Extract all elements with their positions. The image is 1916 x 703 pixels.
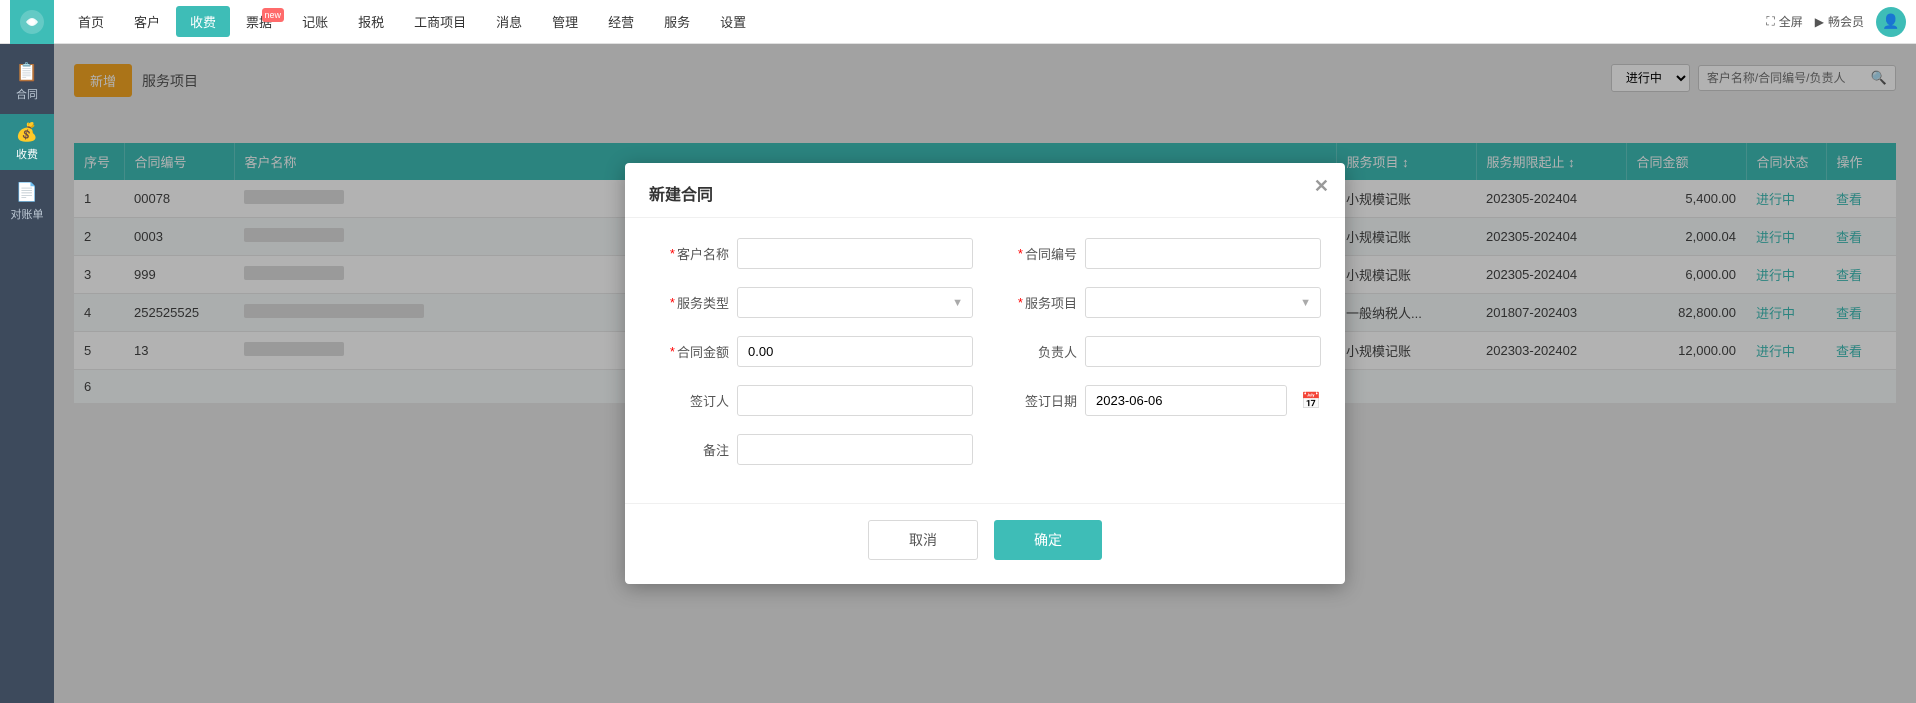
service-item-select[interactable] [1085,287,1321,318]
form-group-signer: 签订人 [649,385,973,416]
form-row-3: *合同金额 0.00 负责人 [649,336,1321,367]
service-type-select[interactable] [737,287,973,318]
sidebar-item-statement-label: 对账单 [11,206,44,222]
confirm-button[interactable]: 确定 [994,520,1102,560]
sidebar: 📋 合同 💰 收费 📄 对账单 [0,44,54,703]
member-icon: ▶ [1815,15,1824,29]
service-type-label: *服务类型 [649,293,729,312]
form-group-person-charge: 负责人 [997,336,1321,367]
cancel-button[interactable]: 取消 [868,520,978,560]
nav-home[interactable]: 首页 [64,6,118,37]
top-nav-right: ⛶ 全屏 ▶ 畅会员 👤 [1766,7,1906,37]
nav-customer[interactable]: 客户 [120,6,174,37]
nav-invoice[interactable]: 收费 [176,6,230,37]
form-group-amount: *合同金额 0.00 [649,336,973,367]
modal-header: 新建合同 ✕ [625,163,1345,218]
main-layout: 📋 合同 💰 收费 📄 对账单 新增 服务项目 进行中 已完成 已取消 [0,44,1916,703]
person-charge-input[interactable] [1085,336,1321,367]
amount-label: *合同金额 [649,342,729,361]
remark-input[interactable] [737,434,973,465]
amount-input[interactable]: 0.00 [737,336,973,367]
modal-footer: 取消 确定 [625,503,1345,584]
nav-bookkeep[interactable]: 记账 [288,6,342,37]
sidebar-item-contract[interactable]: 📋 合同 [0,54,54,110]
nav-items: 首页 客户 收费 票据 new 记账 报税 工商项目 消息 管理 经营 服务 设… [64,6,1766,37]
calendar-icon[interactable]: 📅 [1301,391,1321,411]
service-item-label: *服务项目 [997,293,1077,312]
form-group-remark-spacer [997,434,1321,465]
fee-icon: 💰 [16,122,38,143]
contract-no-input[interactable] [1085,238,1321,269]
fullscreen-button[interactable]: ⛶ 全屏 [1766,13,1802,30]
form-group-sign-date: 签订日期 2023-06-06 📅 [997,385,1321,416]
avatar-icon: 👤 [1882,13,1899,30]
nav-operate[interactable]: 经营 [594,6,648,37]
sign-date-label: 签订日期 [997,391,1077,410]
new-badge: new [262,8,285,22]
contract-no-label: *合同编号 [997,244,1077,263]
form-group-contract-no: *合同编号 [997,238,1321,269]
form-row-1: *客户名称 *合同编号 [649,238,1321,269]
modal-overlay: 新建合同 ✕ *客户名称 [54,44,1916,703]
sidebar-item-fee[interactable]: 💰 收费 [0,114,54,170]
member-label: 畅会员 [1828,13,1864,30]
sidebar-item-statement[interactable]: 📄 对账单 [0,174,54,230]
nav-settings[interactable]: 设置 [706,6,760,37]
fullscreen-label: 全屏 [1779,13,1803,30]
fullscreen-icon: ⛶ [1766,14,1774,29]
avatar[interactable]: 👤 [1876,7,1906,37]
top-nav: 首页 客户 收费 票据 new 记账 报税 工商项目 消息 管理 经营 服务 设… [0,0,1916,44]
form-row-5: 备注 [649,434,1321,465]
contract-icon: 📋 [16,62,38,83]
form-row-2: *服务类型 ▼ *服务项目 [649,287,1321,318]
customer-name-label: *客户名称 [649,244,729,263]
remark-label: 备注 [649,440,729,459]
sign-date-input[interactable]: 2023-06-06 [1085,385,1287,416]
nav-service[interactable]: 服务 [650,6,704,37]
modal-title: 新建合同 [649,187,713,204]
statement-icon: 📄 [16,182,38,203]
modal-body: *客户名称 *合同编号 [625,218,1345,503]
form-group-service-type: *服务类型 ▼ [649,287,973,318]
content-area: 新增 服务项目 进行中 已完成 已取消 🔍 序号 合同编号 [54,44,1916,703]
nav-tax[interactable]: 报税 [344,6,398,37]
form-group-customer-name: *客户名称 [649,238,973,269]
nav-biz[interactable]: 工商项目 [400,6,480,37]
member-button[interactable]: ▶ 畅会员 [1815,13,1864,30]
form-row-4: 签订人 签订日期 2023-06-06 📅 [649,385,1321,416]
modal-close-button[interactable]: ✕ [1314,177,1329,195]
form-group-service-item: *服务项目 ▼ [997,287,1321,318]
logo [10,0,54,44]
form-group-remark: 备注 [649,434,973,465]
signer-label: 签订人 [649,391,729,410]
sidebar-item-contract-label: 合同 [16,86,38,102]
new-contract-modal: 新建合同 ✕ *客户名称 [625,163,1345,584]
sidebar-item-fee-label: 收费 [16,146,38,162]
nav-bills[interactable]: 票据 new [232,6,286,37]
signer-input[interactable] [737,385,973,416]
nav-manage[interactable]: 管理 [538,6,592,37]
customer-name-input[interactable] [737,238,973,269]
nav-msg[interactable]: 消息 [482,6,536,37]
person-charge-label: 负责人 [997,342,1077,361]
